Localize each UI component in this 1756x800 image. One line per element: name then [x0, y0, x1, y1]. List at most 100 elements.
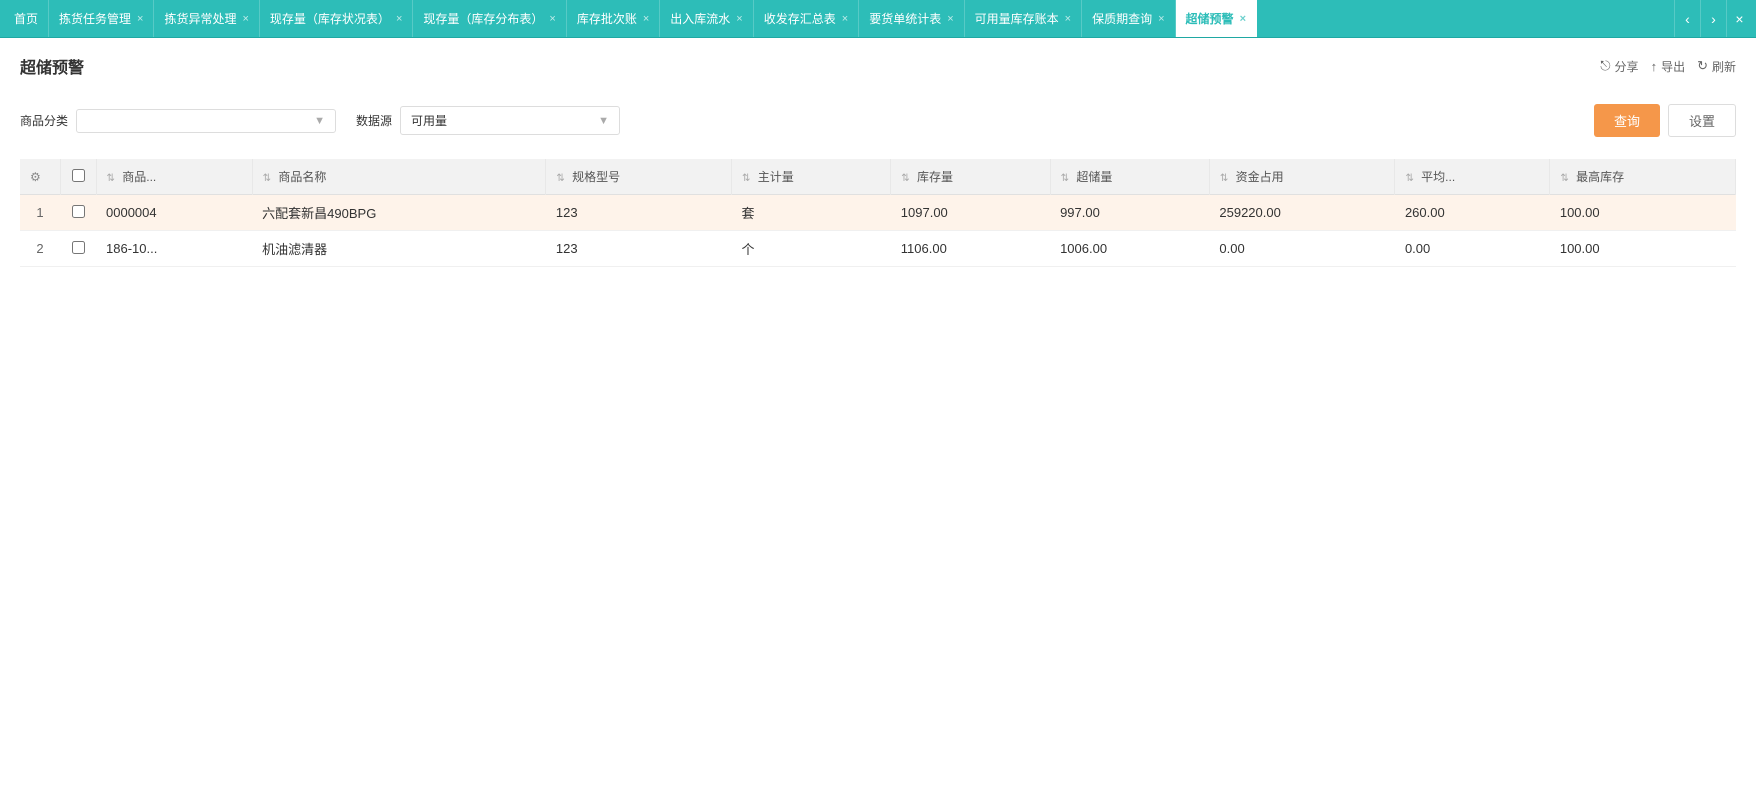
- nav-arrows: ‹ › ×: [1674, 0, 1752, 38]
- nav-tab-order-stats-close[interactable]: ×: [947, 13, 953, 25]
- page-title: 超储预警: [20, 54, 84, 78]
- datasource-label: 数据源: [356, 112, 392, 129]
- nav-tab-batch[interactable]: 库存批次账 ×: [567, 0, 660, 38]
- nav-next-arrow[interactable]: ›: [1700, 0, 1726, 38]
- filter-buttons: 查询 设置: [1594, 104, 1736, 137]
- table-row: 1 0000004 六配套新昌490BPG 123 套 1097.00 997.…: [20, 195, 1736, 231]
- share-button[interactable]: ⎋ 分享: [1600, 58, 1638, 75]
- nav-tab-inventory-dist-close[interactable]: ×: [549, 13, 555, 25]
- row-number: 1: [20, 195, 60, 231]
- share-label: 分享: [1615, 58, 1639, 75]
- nav-tab-inout-flow-label: 出入库流水: [670, 10, 730, 27]
- settings-button[interactable]: 设置: [1668, 104, 1736, 137]
- datasource-value: 可用量: [411, 112, 447, 129]
- nav-tab-home[interactable]: 首页: [4, 0, 49, 38]
- nav-tab-task-mgmt-label: 拣货任务管理: [59, 10, 131, 27]
- nav-tab-abnormal-label: 拣货异常处理: [164, 10, 236, 27]
- page-content: 超储预警 ⎋ 分享 ↑ 导出 ↻ 刷新 商品分类 ▼ 数据源: [0, 38, 1756, 800]
- nav-tab-collect-summary[interactable]: 收发存汇总表 ×: [754, 0, 859, 38]
- share-icon: ⎋: [1600, 58, 1610, 74]
- product-code-cell: 186-10...: [96, 231, 252, 267]
- nav-tab-inout-flow[interactable]: 出入库流水 ×: [660, 0, 753, 38]
- capital-use-header: ⇅ 资金占用: [1209, 159, 1395, 195]
- nav-tab-task-mgmt-close[interactable]: ×: [137, 13, 143, 25]
- gear-icon[interactable]: ⚙: [30, 170, 41, 184]
- capital-use-cell: 0.00: [1209, 231, 1395, 267]
- nav-tab-overstock-warning-label: 超储预警: [1186, 10, 1234, 27]
- nav-tab-inventory-status-label: 现存量（库存状况表）: [270, 10, 390, 27]
- capital-use-cell: 259220.00: [1209, 195, 1395, 231]
- overstock-cell: 997.00: [1050, 195, 1209, 231]
- page-header: 超储预警 ⎋ 分享 ↑ 导出 ↻ 刷新: [20, 54, 1736, 78]
- table-header-row: ⚙ ⇅ 商品... ⇅ 商品名称 ⇅ 规格型号 ⇅: [20, 159, 1736, 195]
- nav-tab-quality-check-close[interactable]: ×: [1158, 13, 1164, 25]
- spec-cell: 123: [546, 195, 732, 231]
- nav-tab-batch-label: 库存批次账: [577, 10, 637, 27]
- datasource-select[interactable]: 可用量 ▼: [400, 106, 620, 135]
- row-checkbox-cell: [60, 195, 96, 231]
- avg-cell: 0.00: [1395, 231, 1550, 267]
- row-number: 2: [20, 231, 60, 267]
- nav-tab-collect-summary-label: 收发存汇总表: [764, 10, 836, 27]
- product-code-sort-icon[interactable]: ⇅: [107, 173, 115, 184]
- category-filter: 商品分类 ▼: [20, 109, 336, 133]
- max-stock-cell: 100.00: [1550, 231, 1736, 267]
- select-all-checkbox[interactable]: [72, 169, 85, 182]
- max-stock-sort-icon[interactable]: ⇅: [1560, 173, 1568, 184]
- product-name-cell: 机油滤清器: [252, 231, 546, 267]
- nav-tab-overstock-warning-close[interactable]: ×: [1240, 13, 1246, 25]
- spec-cell: 123: [546, 231, 732, 267]
- query-button[interactable]: 查询: [1594, 104, 1660, 137]
- nav-tab-inventory-status-close[interactable]: ×: [396, 13, 402, 25]
- category-chevron-icon: ▼: [314, 115, 325, 127]
- export-button[interactable]: ↑ 导出: [1651, 58, 1686, 75]
- product-name-sort-icon[interactable]: ⇅: [263, 173, 271, 184]
- table-row: 2 186-10... 机油滤清器 123 个 1106.00 1006.00 …: [20, 231, 1736, 267]
- nav-tab-batch-close[interactable]: ×: [643, 13, 649, 25]
- datasource-chevron-icon: ▼: [598, 115, 609, 127]
- nav-tab-collect-summary-close[interactable]: ×: [842, 13, 848, 25]
- stock-sort-icon[interactable]: ⇅: [901, 173, 909, 184]
- unit-cell: 个: [731, 231, 890, 267]
- avg-header: ⇅ 平均...: [1395, 159, 1550, 195]
- nav-tab-task-mgmt[interactable]: 拣货任务管理 ×: [49, 0, 154, 38]
- checkbox-column-header: [60, 159, 96, 195]
- overstock-header: ⇅ 超储量: [1050, 159, 1209, 195]
- export-icon: ↑: [1651, 59, 1658, 74]
- stock-cell: 1097.00: [891, 195, 1050, 231]
- unit-cell: 套: [731, 195, 890, 231]
- unit-header: ⇅ 主计量: [731, 159, 890, 195]
- spec-sort-icon[interactable]: ⇅: [556, 173, 564, 184]
- nav-close-arrow[interactable]: ×: [1726, 0, 1752, 38]
- nav-tab-available-acct-close[interactable]: ×: [1065, 13, 1071, 25]
- refresh-button[interactable]: ↻ 刷新: [1697, 58, 1736, 75]
- unit-sort-icon[interactable]: ⇅: [742, 173, 750, 184]
- nav-tab-order-stats[interactable]: 要货单统计表 ×: [859, 0, 964, 38]
- spec-header: ⇅ 规格型号: [546, 159, 732, 195]
- nav-prev-arrow[interactable]: ‹: [1674, 0, 1700, 38]
- data-table: ⚙ ⇅ 商品... ⇅ 商品名称 ⇅ 规格型号 ⇅: [20, 159, 1736, 267]
- avg-sort-icon[interactable]: ⇅: [1405, 173, 1413, 184]
- datasource-filter: 数据源 可用量 ▼: [356, 106, 620, 135]
- category-select[interactable]: ▼: [76, 109, 336, 133]
- product-name-header: ⇅ 商品名称: [252, 159, 546, 195]
- nav-tab-inventory-status[interactable]: 现存量（库存状况表） ×: [260, 0, 413, 38]
- nav-tab-inventory-dist[interactable]: 现存量（库存分布表） ×: [413, 0, 566, 38]
- top-navigation: 首页 拣货任务管理 × 拣货异常处理 × 现存量（库存状况表） × 现存量（库存…: [0, 0, 1756, 38]
- nav-tab-available-acct[interactable]: 可用量库存账本 ×: [965, 0, 1082, 38]
- nav-tab-overstock-warning[interactable]: 超储预警 ×: [1176, 0, 1257, 38]
- overstock-cell: 1006.00: [1050, 231, 1209, 267]
- row-checkbox[interactable]: [72, 205, 85, 218]
- nav-tab-home-label: 首页: [14, 10, 38, 27]
- nav-tab-abnormal-close[interactable]: ×: [242, 13, 248, 25]
- capital-use-sort-icon[interactable]: ⇅: [1220, 173, 1228, 184]
- overstock-sort-icon[interactable]: ⇅: [1061, 173, 1069, 184]
- nav-tab-quality-check[interactable]: 保质期查询 ×: [1082, 0, 1175, 38]
- nav-tab-inout-flow-close[interactable]: ×: [736, 13, 742, 25]
- row-checkbox[interactable]: [72, 241, 85, 254]
- stock-header: ⇅ 库存量: [891, 159, 1050, 195]
- nav-tab-quality-check-label: 保质期查询: [1092, 10, 1152, 27]
- nav-tab-abnormal[interactable]: 拣货异常处理 ×: [154, 0, 259, 38]
- row-checkbox-cell: [60, 231, 96, 267]
- nav-tab-order-stats-label: 要货单统计表: [869, 10, 941, 27]
